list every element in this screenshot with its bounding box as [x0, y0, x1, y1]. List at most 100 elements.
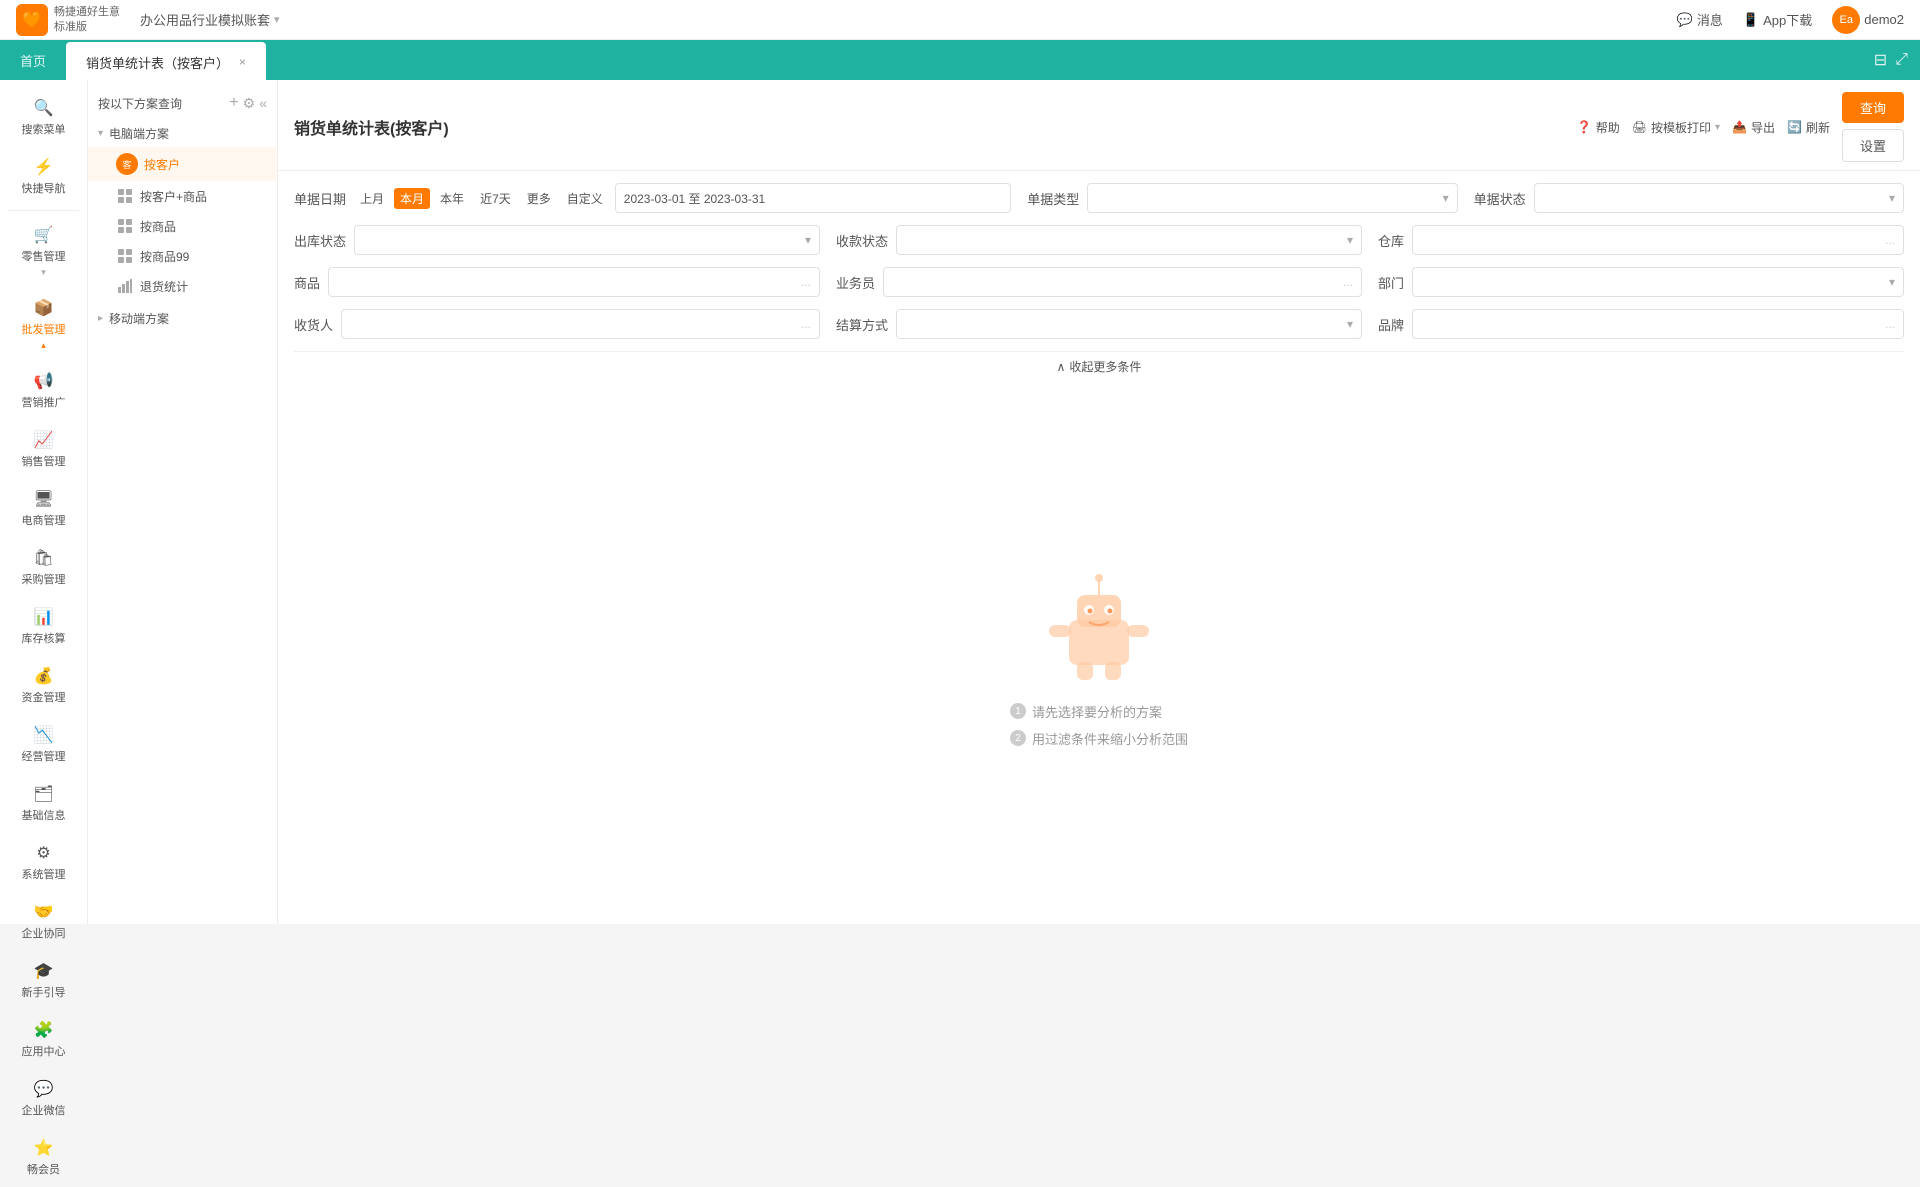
date-tab-this-year[interactable]: 本年 [434, 188, 470, 209]
brand-dots-icon[interactable]: ... [1885, 317, 1895, 331]
sidebar-item-collab[interactable]: 🤝 企业协同 [0, 892, 87, 951]
sidebar-item-wholesale[interactable]: 📦 批发管理 ▴ [0, 288, 87, 361]
filter-date: 单据日期 上月 本月 本年 近7天 更多 自定义 2023- [294, 183, 1011, 213]
sidebar-item-purchase[interactable]: 🛍 采购管理 [0, 538, 87, 597]
sidebar-item-inventory[interactable]: 📊 库存核算 [0, 597, 87, 656]
tab-active[interactable]: 销货单统计表（按客户） × [66, 42, 266, 82]
filter-settlement: 结算方式 ▾ [836, 309, 1362, 339]
message-button[interactable]: 💬 消息 [1677, 10, 1723, 29]
query-button[interactable]: 查询 [1842, 92, 1904, 123]
date-range-input[interactable]: 2023-03-01 至 2023-03-31 [615, 183, 1011, 213]
order-status-chevron: ▾ [1889, 191, 1895, 205]
date-tab-last-month[interactable]: 上月 [354, 188, 390, 209]
wechat-icon: 💬 [34, 1079, 54, 1099]
product-select[interactable]: ... [328, 267, 820, 297]
export-icon: 📤 [1732, 120, 1747, 134]
sidebar-item-operation[interactable]: 📉 经营管理 [0, 715, 87, 774]
date-tab-more[interactable]: 更多 [521, 188, 557, 209]
sidebar-item-member[interactable]: ⭐ 畅会员 [0, 1128, 87, 1187]
empty-tips: 1 请先选择要分析的方案 2 用过滤条件来缩小分析范围 [1010, 702, 1188, 748]
sidebar-item-finance[interactable]: 💰 资金管理 [0, 656, 87, 715]
collapse-icon: ∧ [1057, 360, 1066, 374]
tab-home[interactable]: 首页 [0, 40, 66, 80]
date-tab-this-month[interactable]: 本月 [394, 188, 430, 209]
refresh-icon: 🔄 [1787, 120, 1802, 134]
filter-row-4: 收货人 ... 结算方式 ▾ 品牌 [294, 309, 1904, 339]
sidebar-item-guide[interactable]: 🎓 新手引导 [0, 951, 87, 1010]
scheme-group-header-mobile[interactable]: ▸ 移动端方案 [88, 305, 277, 332]
tab-minimize-icon[interactable]: ⊟ [1874, 50, 1887, 70]
warehouse-dots-icon[interactable]: ... [1885, 233, 1895, 247]
tab-expand-icon[interactable]: ⤢ [1895, 51, 1908, 69]
settings-scheme-icon[interactable]: ⚙ [243, 95, 256, 112]
scheme-item-return-stats[interactable]: 退货统计 [88, 271, 277, 301]
scheme-desktop-group: ▾ 电脑端方案 客 按客户 按客户+商品 按商 [88, 118, 277, 303]
scheme-item-by-customer[interactable]: 客 按客户 [88, 147, 277, 181]
scheme-group-header-desktop[interactable]: ▾ 电脑端方案 [88, 120, 277, 147]
collapse-scheme-icon[interactable]: « [259, 95, 267, 111]
basic-icon: 🗂 [33, 784, 53, 804]
sidebar-item-system[interactable]: ⚙ 系统管理 [0, 833, 87, 892]
refresh-button[interactable]: 🔄 刷新 [1787, 119, 1830, 136]
collapse-bar[interactable]: ∧ 收起更多条件 [294, 351, 1904, 381]
order-status-select[interactable]: ▾ [1534, 183, 1904, 213]
order-type-select[interactable]: ▾ [1087, 183, 1457, 213]
ecom-icon: 🖥 [33, 489, 53, 509]
app-download-button[interactable]: 📱 App下载 [1743, 10, 1812, 29]
sidebar-item-retail[interactable]: 🛒 零售管理 ▾ [0, 215, 87, 288]
salesperson-select[interactable]: ... [883, 267, 1362, 297]
sidebar-item-basic[interactable]: 🗂 基础信息 [0, 774, 87, 833]
scheme-panel: 按以下方案查询 + ⚙ « ▾ 电脑端方案 客 按客户 [88, 80, 278, 924]
print-button[interactable]: 🖨 按模板打印 ▾ [1632, 119, 1720, 136]
empty-tip-2: 2 用过滤条件来缩小分析范围 [1010, 729, 1188, 748]
scheme-item-by-product[interactable]: 按商品 [88, 211, 277, 241]
brand-select[interactable]: ... [1412, 309, 1904, 339]
tab-bar-right: ⊟ ⤢ [1874, 50, 1920, 70]
payment-status-select[interactable]: ▾ [896, 225, 1362, 255]
tab-close-icon[interactable]: × [239, 55, 246, 69]
product99-icon [116, 247, 134, 265]
warehouse-select[interactable]: ... [1412, 225, 1904, 255]
quicknav-icon: ⚡ [34, 157, 54, 177]
sidebar-item-ecom[interactable]: 🖥 电商管理 [0, 479, 87, 538]
help-button[interactable]: ❓ 帮助 [1577, 119, 1620, 136]
empty-state: 1 请先选择要分析的方案 2 用过滤条件来缩小分析范围 [278, 393, 1920, 924]
sidebar-item-wechat[interactable]: 💬 企业微信 [0, 1069, 87, 1128]
order-type-chevron: ▾ [1443, 191, 1449, 205]
scheme-panel-header: 按以下方案查询 + ⚙ « [88, 88, 277, 118]
scheme-item-by-customer-product[interactable]: 按客户+商品 [88, 181, 277, 211]
industry-selector[interactable]: 办公用品行业模拟账套 ▾ [140, 10, 280, 29]
receiver-dots-icon[interactable]: ... [801, 317, 811, 331]
help-icon: ❓ [1577, 120, 1592, 134]
settings-button[interactable]: 设置 [1842, 129, 1904, 162]
sidebar-item-search[interactable]: 🔍 搜索菜单 [0, 88, 87, 147]
filter-out-status: 出库状态 ▾ [294, 225, 820, 255]
sales-icon: 📈 [34, 430, 54, 450]
date-tab-custom[interactable]: 自定义 [561, 188, 609, 209]
content-area: 按以下方案查询 + ⚙ « ▾ 电脑端方案 客 按客户 [88, 80, 1920, 924]
user-menu[interactable]: Ea demo2 [1832, 6, 1904, 34]
sidebar-item-quicknav[interactable]: ⚡ 快捷导航 [0, 147, 87, 206]
operation-icon: 📉 [34, 725, 54, 745]
receiver-select[interactable]: ... [341, 309, 820, 339]
return-stats-icon [116, 277, 134, 295]
customer-product-icon [116, 187, 134, 205]
product-dots-icon[interactable]: ... [801, 275, 811, 289]
top-bar-right: 💬 消息 📱 App下载 Ea demo2 [1677, 6, 1904, 34]
date-tab-7days[interactable]: 近7天 [474, 188, 517, 209]
filter-brand: 品牌 ... [1378, 309, 1904, 339]
scheme-item-by-product-99[interactable]: 按商品99 [88, 241, 277, 271]
sidebar-item-marketing[interactable]: 📢 营销推广 [0, 361, 87, 420]
add-scheme-icon[interactable]: + [229, 94, 238, 112]
out-status-select[interactable]: ▾ [354, 225, 820, 255]
product-icon [116, 217, 134, 235]
settlement-select[interactable]: ▾ [896, 309, 1362, 339]
salesperson-dots-icon[interactable]: ... [1343, 275, 1353, 289]
export-button[interactable]: 📤 导出 [1732, 119, 1775, 136]
scheme-mobile-group: ▸ 移动端方案 [88, 303, 277, 334]
sidebar-item-sales[interactable]: 📈 销售管理 [0, 420, 87, 479]
sidebar-item-apps[interactable]: 🧩 应用中心 [0, 1010, 87, 1069]
wholesale-icon: 📦 [34, 298, 54, 318]
empty-tip-1: 1 请先选择要分析的方案 [1010, 702, 1188, 721]
department-select[interactable]: ▾ [1412, 267, 1904, 297]
